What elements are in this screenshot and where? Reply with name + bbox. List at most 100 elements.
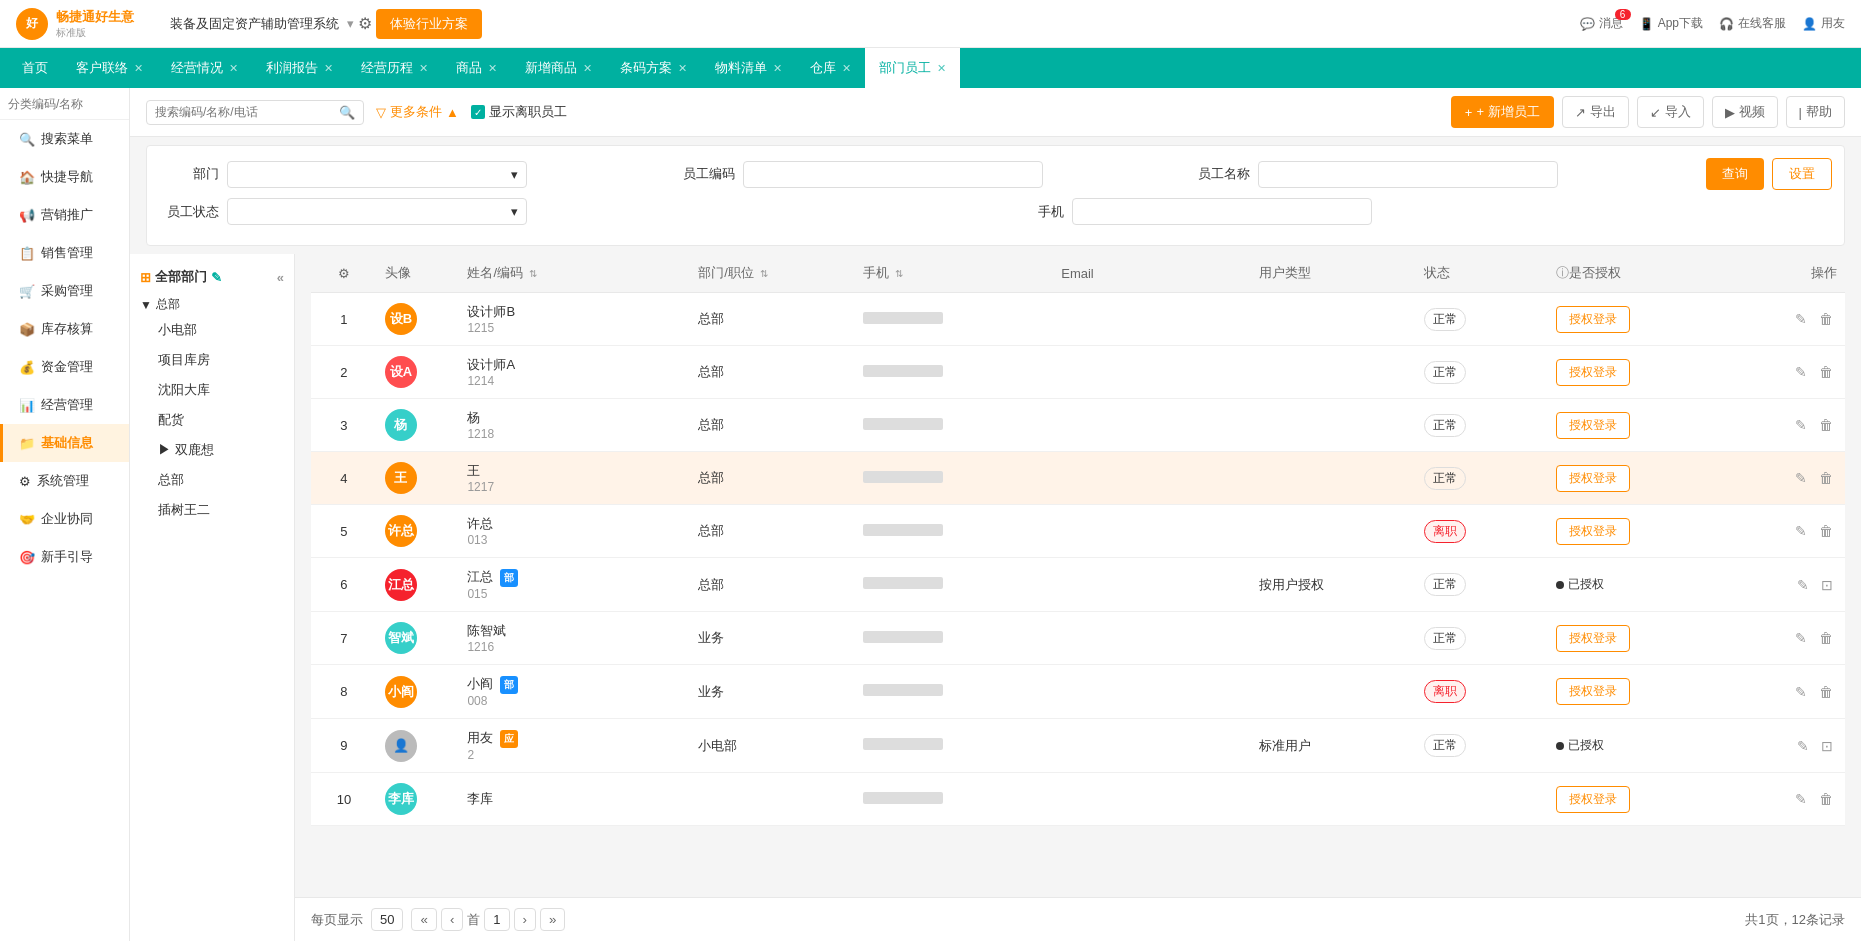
view-button[interactable]: ▶ 视频 — [1712, 96, 1778, 128]
dept-item-shenyang[interactable]: 沈阳大库 — [130, 375, 294, 405]
prev-page-button[interactable]: ‹ — [441, 908, 463, 931]
copy-button[interactable]: ⊡ — [1817, 575, 1837, 595]
collapse-icon[interactable]: « — [277, 270, 284, 285]
auth-button[interactable]: 授权登录 — [1556, 465, 1630, 492]
dept-item-head[interactable]: 总部 — [130, 465, 294, 495]
copy-button[interactable]: ⊡ — [1817, 736, 1837, 756]
sidebar-item-nav[interactable]: 🏠 快捷导航 — [0, 158, 129, 196]
delete-button[interactable]: 🗑 — [1815, 309, 1837, 329]
delete-button[interactable]: 🗑 — [1815, 682, 1837, 702]
nav-bom[interactable]: 物料清单 ✕ — [701, 48, 796, 88]
edit-button[interactable]: ✎ — [1791, 415, 1811, 435]
emp-status-select[interactable]: ▾ — [227, 198, 527, 225]
import-button[interactable]: ↙ 导入 — [1637, 96, 1704, 128]
close-icon[interactable]: ✕ — [583, 62, 592, 75]
app-download-action[interactable]: 📱 App下载 — [1639, 15, 1703, 32]
nav-operation[interactable]: 经营情况 ✕ — [157, 48, 252, 88]
show-resigned-toggle[interactable]: ✓ 显示离职员工 — [471, 103, 567, 121]
dept-item-distribution[interactable]: 配货 — [130, 405, 294, 435]
sidebar-item-guide[interactable]: 🎯 新手引导 — [0, 538, 129, 576]
delete-button[interactable]: 🗑 — [1815, 415, 1837, 435]
auth-button[interactable]: 授权登录 — [1556, 625, 1630, 652]
edit-button[interactable]: ✎ — [1793, 736, 1813, 756]
nav-history[interactable]: 经营历程 ✕ — [347, 48, 442, 88]
nav-home[interactable]: 首页 — [8, 48, 62, 88]
emp-name-input[interactable] — [1258, 161, 1558, 188]
nav-dept-staff[interactable]: 部门员工 ✕ — [865, 48, 960, 88]
dept-item-chushu[interactable]: 插树王二 — [130, 495, 294, 525]
delete-button[interactable]: 🗑 — [1815, 789, 1837, 809]
sidebar-item-inventory[interactable]: 📦 库存核算 — [0, 310, 129, 348]
delete-button[interactable]: 🗑 — [1815, 468, 1837, 488]
nav-warehouse[interactable]: 仓库 ✕ — [796, 48, 865, 88]
nav-customer[interactable]: 客户联络 ✕ — [62, 48, 157, 88]
export-button[interactable]: ↗ 导出 — [1562, 96, 1629, 128]
nav-new-goods[interactable]: 新增商品 ✕ — [511, 48, 606, 88]
auth-button[interactable]: 授权登录 — [1556, 678, 1630, 705]
close-icon[interactable]: ✕ — [937, 62, 946, 75]
nav-barcode[interactable]: 条码方案 ✕ — [606, 48, 701, 88]
edit-button[interactable]: ✎ — [1791, 628, 1811, 648]
nav-goods[interactable]: 商品 ✕ — [442, 48, 511, 88]
message-action[interactable]: 💬 消息 6 — [1580, 15, 1623, 32]
delete-button[interactable]: 🗑 — [1815, 521, 1837, 541]
sidebar-item-basic[interactable]: 📁 基础信息 — [0, 424, 129, 462]
dept-select[interactable]: ▾ — [227, 161, 527, 188]
delete-button[interactable]: 🗑 — [1815, 628, 1837, 648]
auth-button[interactable]: 授权登录 — [1556, 306, 1630, 333]
close-icon[interactable]: ✕ — [134, 62, 143, 75]
close-icon[interactable]: ✕ — [773, 62, 782, 75]
current-page-input[interactable]: 1 — [484, 908, 509, 931]
dept-edit-icon[interactable]: ✎ — [211, 270, 222, 285]
sidebar-item-system[interactable]: ⚙ 系统管理 — [0, 462, 129, 500]
delete-button[interactable]: 🗑 — [1815, 362, 1837, 382]
edit-button[interactable]: ✎ — [1791, 789, 1811, 809]
sidebar-item-purchase[interactable]: 🛒 采购管理 — [0, 272, 129, 310]
close-icon[interactable]: ✕ — [229, 62, 238, 75]
close-icon[interactable]: ✕ — [419, 62, 428, 75]
edit-button[interactable]: ✎ — [1791, 309, 1811, 329]
col-name-header[interactable]: 姓名/编码 ⇅ — [459, 254, 690, 293]
sidebar-item-operations[interactable]: 📊 经营管理 — [0, 386, 129, 424]
search-input[interactable] — [155, 105, 335, 119]
edit-button[interactable]: ✎ — [1793, 575, 1813, 595]
online-service-action[interactable]: 🎧 在线客服 — [1719, 15, 1786, 32]
add-employee-button[interactable]: + + 新增员工 — [1451, 96, 1554, 128]
nav-profit[interactable]: 利润报告 ✕ — [252, 48, 347, 88]
edit-button[interactable]: ✎ — [1791, 468, 1811, 488]
help-button[interactable]: | 帮助 — [1786, 96, 1845, 128]
col-dept-header[interactable]: 部门/职位 ⇅ — [690, 254, 855, 293]
sidebar-item-sales[interactable]: 📋 销售管理 — [0, 234, 129, 272]
next-page-button[interactable]: › — [514, 908, 536, 931]
search-button[interactable]: 查询 — [1706, 158, 1764, 190]
auth-button[interactable]: 授权登录 — [1556, 518, 1630, 545]
phone-input[interactable] — [1072, 198, 1372, 225]
last-page-button[interactable]: » — [540, 908, 565, 931]
close-icon[interactable]: ✕ — [678, 62, 687, 75]
edit-button[interactable]: ✎ — [1791, 362, 1811, 382]
settings-button[interactable]: 设置 — [1772, 158, 1832, 190]
gear-button[interactable]: ⚙ — [354, 10, 376, 37]
auth-button[interactable]: 授权登录 — [1556, 412, 1630, 439]
page-size-value[interactable]: 50 — [371, 908, 403, 931]
close-icon[interactable]: ✕ — [842, 62, 851, 75]
edit-button[interactable]: ✎ — [1791, 682, 1811, 702]
sys-title-area[interactable]: 装备及固定资产辅助管理系统 ▾ — [146, 15, 354, 33]
sidebar-item-search[interactable]: 🔍 搜索菜单 — [0, 120, 129, 158]
auth-button[interactable]: 授权登录 — [1556, 359, 1630, 386]
auth-button[interactable]: 授权登录 — [1556, 786, 1630, 813]
sidebar-search-input[interactable] — [8, 97, 130, 111]
edit-button[interactable]: ✎ — [1791, 521, 1811, 541]
emp-code-input[interactable] — [743, 161, 1043, 188]
sidebar-item-marketing[interactable]: 📢 营销推广 — [0, 196, 129, 234]
trial-button[interactable]: 体验行业方案 — [376, 9, 482, 39]
col-phone-header[interactable]: 手机 ⇅ — [855, 254, 1053, 293]
sidebar-item-collab[interactable]: 🤝 企业协同 — [0, 500, 129, 538]
dept-item-xiaodian[interactable]: 小电部 — [130, 315, 294, 345]
close-icon[interactable]: ✕ — [324, 62, 333, 75]
close-icon[interactable]: ✕ — [488, 62, 497, 75]
more-filter-btn[interactable]: ▽ 更多条件 ▲ — [376, 103, 459, 121]
first-page-button[interactable]: « — [411, 908, 436, 931]
sidebar-item-finance[interactable]: 💰 资金管理 — [0, 348, 129, 386]
user-action[interactable]: 👤 用友 — [1802, 15, 1845, 32]
